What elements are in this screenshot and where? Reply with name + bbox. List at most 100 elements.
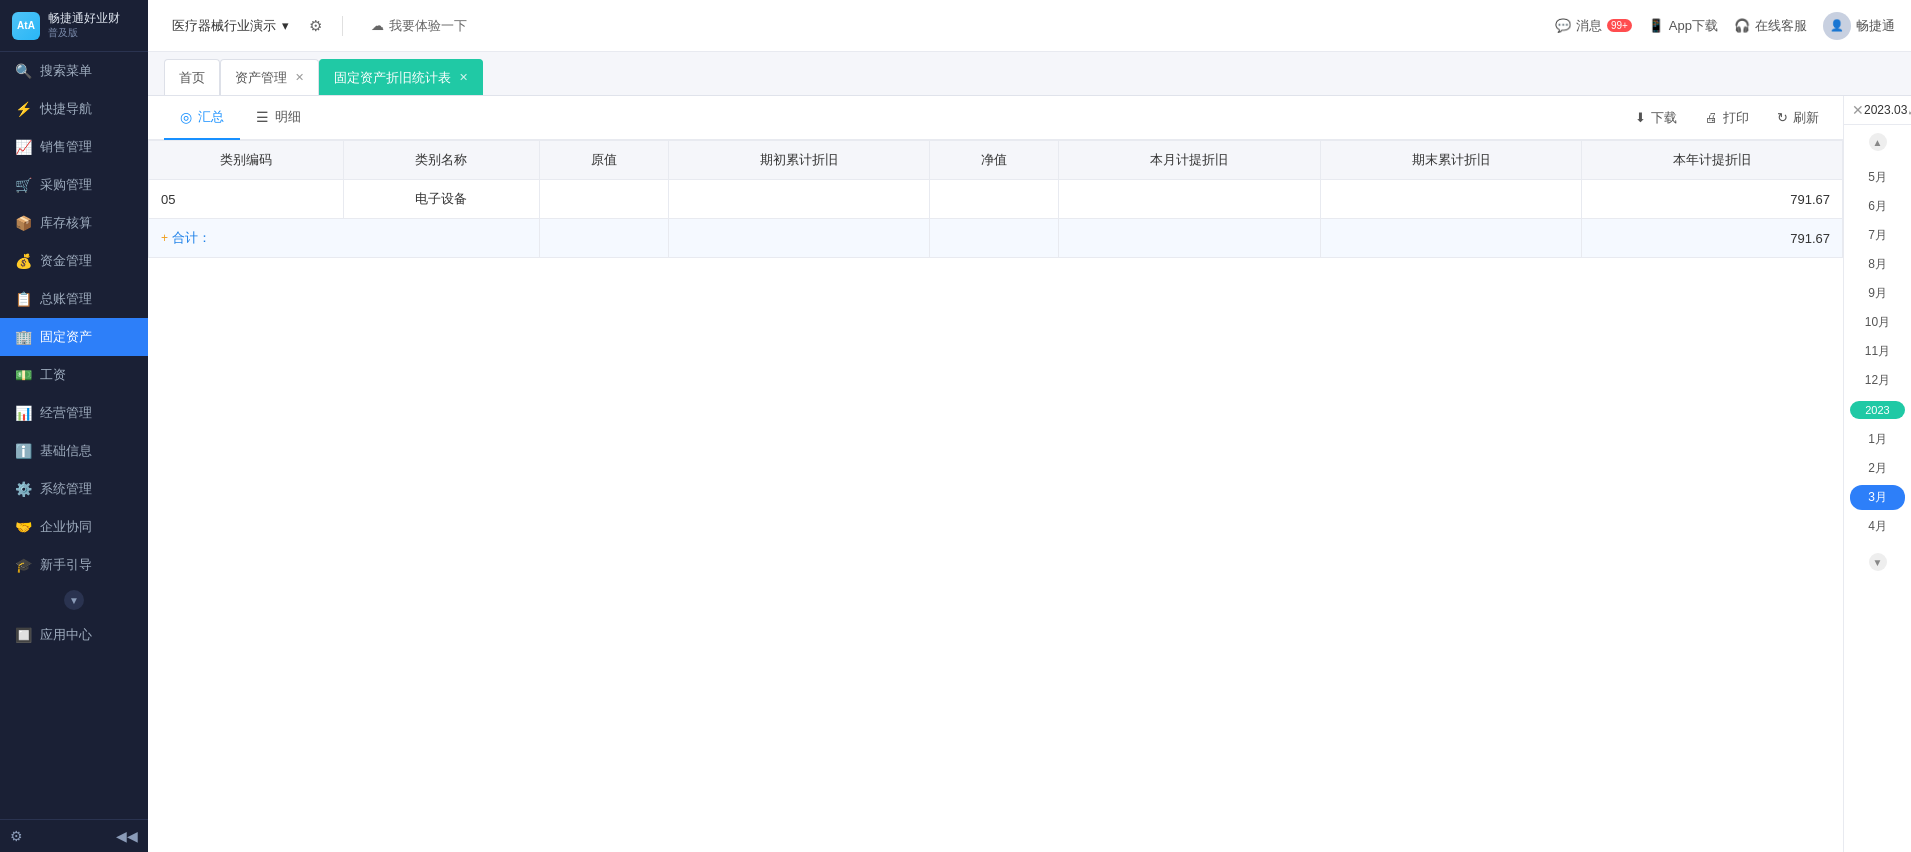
table-row: 05 电子设备 791.67 (149, 180, 1843, 219)
sidebar-item-ledger[interactable]: 📋 总账管理 (0, 280, 148, 318)
header-gear-icon[interactable]: ⚙ (309, 17, 322, 35)
messages-action[interactable]: 💬 消息 99+ (1555, 17, 1632, 35)
main-area: 医疗器械行业演示 ▾ ⚙ ☁ 我要体验一下 💬 消息 99+ 📱 App下载 🎧… (148, 0, 1911, 852)
try-button[interactable]: ☁ 我要体验一下 (363, 13, 475, 39)
summary-year-depr: 791.67 (1581, 219, 1842, 258)
company-name: 医疗器械行业演示 (172, 17, 276, 35)
month-7[interactable]: 7月 (1844, 221, 1911, 250)
sub-tab-detail-label: 明细 (275, 108, 301, 126)
sidebar-item-guide-label: 新手引导 (40, 556, 92, 574)
logo-title: 畅捷通好业财 (48, 11, 120, 27)
online-service-action[interactable]: 🎧 在线客服 (1734, 17, 1807, 35)
sidebar-item-app-center-label: 应用中心 (40, 626, 92, 644)
panel-year-month: 2023.03 (1864, 103, 1907, 117)
row-year-depr: 791.67 (1581, 180, 1842, 219)
panel-close-icon[interactable]: ✕ (1852, 102, 1864, 118)
purchase-icon: 🛒 (14, 177, 32, 193)
collapse-icon[interactable]: ◀◀ (116, 828, 138, 844)
month-2[interactable]: 2月 (1844, 454, 1911, 483)
settings-icon[interactable]: ⚙ (10, 828, 23, 844)
right-date-panel: ✕ 2023.03 ⤢ ▲ 5月 6月 7月 8月 9月 10月 11月 12月… (1843, 96, 1911, 852)
sidebar-item-fixed-assets[interactable]: 🏢 固定资产 (0, 318, 148, 356)
col-period-depr: 期初累计折旧 (668, 141, 929, 180)
sidebar-item-operations[interactable]: 📊 经营管理 (0, 394, 148, 432)
funds-icon: 💰 (14, 253, 32, 269)
messages-icon: 💬 (1555, 18, 1571, 33)
month-8[interactable]: 8月 (1844, 250, 1911, 279)
download-icon: ⬇ (1635, 110, 1646, 125)
sidebar-item-quicknav[interactable]: ⚡ 快捷导航 (0, 90, 148, 128)
sidebar-item-sales[interactable]: 📈 销售管理 (0, 128, 148, 166)
scroll-up-arrow[interactable]: ▲ (1844, 125, 1911, 159)
summary-period-depr (668, 219, 929, 258)
sidebar-item-funds[interactable]: 💰 资金管理 (0, 242, 148, 280)
download-button[interactable]: ⬇ 下载 (1627, 105, 1685, 131)
table-container: 类别编码 类别名称 原值 期初累计折旧 净值 本月计提折旧 期末累计折旧 本年计… (148, 140, 1843, 852)
month-6[interactable]: 6月 (1844, 192, 1911, 221)
sub-tab-summary[interactable]: ◎ 汇总 (164, 96, 240, 140)
sidebar-item-purchase[interactable]: 🛒 采购管理 (0, 166, 148, 204)
messages-badge: 99+ (1607, 19, 1632, 32)
year-label[interactable]: 2023 (1850, 401, 1905, 419)
app-download-action[interactable]: 📱 App下载 (1648, 17, 1718, 35)
app-download-icon: 📱 (1648, 18, 1664, 33)
tab-asset-management-close[interactable]: ✕ (295, 71, 304, 84)
scroll-down-arrow[interactable]: ▼ (1844, 545, 1911, 579)
month-9[interactable]: 9月 (1844, 279, 1911, 308)
sidebar-item-ledger-label: 总账管理 (40, 290, 92, 308)
sidebar-logo: AtA 畅捷通好业财 普及版 (0, 0, 148, 52)
scroll-down-circle[interactable]: ▼ (1869, 553, 1887, 571)
sidebar-item-inventory[interactable]: 📦 库存核算 (0, 204, 148, 242)
operations-icon: 📊 (14, 405, 32, 421)
user-action[interactable]: 👤 畅捷通 (1823, 12, 1895, 40)
sidebar-item-guide[interactable]: 🎓 新手引导 (0, 546, 148, 584)
sidebar-item-app-center[interactable]: 🔲 应用中心 (0, 616, 148, 654)
sidebar-item-fixed-assets-label: 固定资产 (40, 328, 92, 346)
month-10[interactable]: 10月 (1844, 308, 1911, 337)
month-4[interactable]: 4月 (1844, 512, 1911, 541)
month-11[interactable]: 11月 (1844, 337, 1911, 366)
sub-tab-detail[interactable]: ☰ 明细 (240, 96, 317, 140)
try-label: 我要体验一下 (389, 17, 467, 35)
tab-asset-management-label: 资产管理 (235, 69, 287, 87)
logo-icon: AtA (12, 12, 40, 40)
row-original (539, 180, 668, 219)
month-12[interactable]: 12月 (1844, 366, 1911, 395)
sidebar-item-operations-label: 经营管理 (40, 404, 92, 422)
tab-depreciation-table[interactable]: 固定资产折旧统计表 ✕ (319, 59, 483, 95)
sidebar-item-funds-label: 资金管理 (40, 252, 92, 270)
messages-label: 消息 (1576, 17, 1602, 35)
scroll-up-circle[interactable]: ▲ (1869, 133, 1887, 151)
sidebar-scroll-down[interactable]: ▼ (64, 590, 84, 610)
row-period-depr (668, 180, 929, 219)
date-months-after: 1月 2月 3月 4月 (1844, 421, 1911, 545)
tab-asset-management[interactable]: 资产管理 ✕ (220, 59, 319, 95)
company-selector[interactable]: 医疗器械行业演示 ▾ (164, 13, 297, 39)
summary-row: + 合计： 791.67 (149, 219, 1843, 258)
sidebar-item-basic-info[interactable]: ℹ️ 基础信息 (0, 432, 148, 470)
print-button[interactable]: 🖨 打印 (1697, 105, 1757, 131)
sidebar-item-collab[interactable]: 🤝 企业协同 (0, 508, 148, 546)
tab-depreciation-table-close[interactable]: ✕ (459, 71, 468, 84)
summary-expand-icon[interactable]: + (161, 231, 168, 245)
sidebar-item-system[interactable]: ⚙️ 系统管理 (0, 470, 148, 508)
inventory-icon: 📦 (14, 215, 32, 231)
sidebar-item-payroll[interactable]: 💵 工资 (0, 356, 148, 394)
summary-text: 合计： (172, 229, 211, 247)
sidebar: AtA 畅捷通好业财 普及版 🔍 搜索菜单 ⚡ 快捷导航 📈 销售管理 🛒 采购… (0, 0, 148, 852)
panel-expand-icon[interactable]: ⤢ (1907, 102, 1911, 118)
month-3-active[interactable]: 3月 (1850, 485, 1905, 510)
main-panel: ◎ 汇总 ☰ 明细 ⬇ 下载 🖨 打印 (148, 96, 1843, 852)
system-icon: ⚙️ (14, 481, 32, 497)
sidebar-item-search[interactable]: 🔍 搜索菜单 (0, 52, 148, 90)
month-1[interactable]: 1月 (1844, 425, 1911, 454)
sidebar-item-payroll-label: 工资 (40, 366, 66, 384)
app-center-icon: 🔲 (14, 627, 32, 643)
table-header-row: 类别编码 类别名称 原值 期初累计折旧 净值 本月计提折旧 期末累计折旧 本年计… (149, 141, 1843, 180)
summary-label-cell: + 合计： (149, 219, 540, 258)
right-panel-header: ✕ 2023.03 ⤢ (1844, 96, 1911, 125)
col-code: 类别编码 (149, 141, 344, 180)
month-5[interactable]: 5月 (1844, 163, 1911, 192)
refresh-button[interactable]: ↻ 刷新 (1769, 105, 1827, 131)
tab-home[interactable]: 首页 (164, 59, 220, 95)
